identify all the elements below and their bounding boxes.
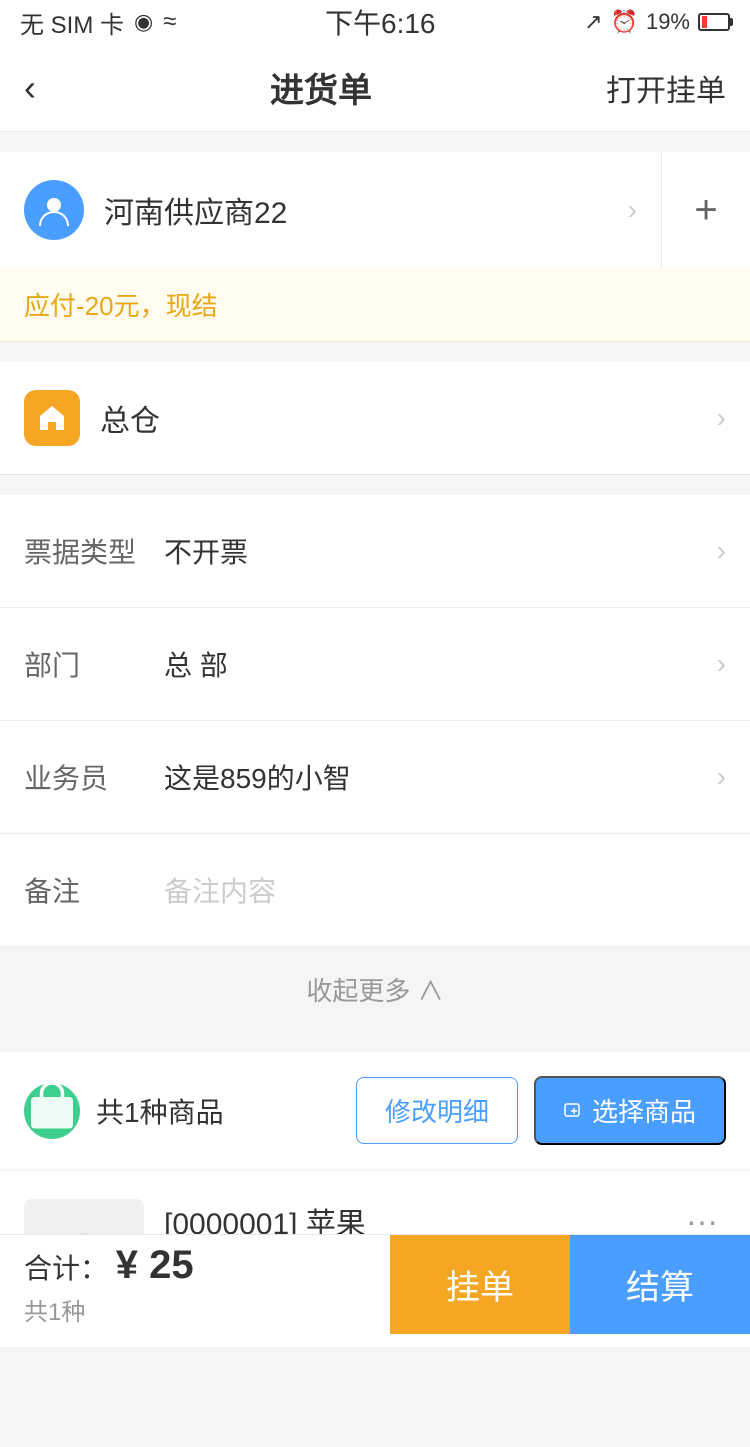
location-icon: ↗ [584,9,602,35]
total-section: 合计： ¥ 25 共1种 [0,1243,390,1327]
warehouse-name: 总仓 [100,396,707,440]
checkout-button[interactable]: 结算 [570,1235,750,1334]
chevron-right-icon: › [717,402,726,434]
warehouse-icon [24,390,80,446]
back-button[interactable]: ‹ [24,67,36,109]
edit-detail-button[interactable]: 修改明细 [356,1077,518,1144]
wifi-icon: ◉ [134,9,153,35]
dept-row[interactable]: 部门 总 部 › [0,608,750,721]
supplier-section: 河南供应商22 › + [0,152,750,268]
supplier-name: 河南供应商22 [104,188,618,232]
total-count: 共1种 [24,1292,366,1327]
dept-label: 部门 [24,644,164,684]
invoice-type-row[interactable]: 票据类型 不开票 › [0,495,750,608]
chevron-right-icon: › [717,648,726,680]
invoice-value: 不开票 [164,531,707,571]
total-amount: ¥ 25 [116,1243,194,1287]
chevron-right-icon: › [717,535,726,567]
info-banner: 应付-20元，现结 [0,268,750,342]
supplier-selector[interactable]: 河南供应商22 › [0,152,662,268]
supplier-avatar [24,180,84,240]
remark-row[interactable]: 备注 备注内容 [0,834,750,947]
open-hang-button[interactable]: 打开挂单 [606,66,726,110]
battery-icon [698,13,730,31]
dept-value: 总 部 [164,644,707,684]
person-icon [36,192,72,228]
cart-icon [24,1083,80,1139]
nav-bar: ‹ 进货单 打开挂单 [0,44,750,132]
status-right: ↗ ⏰ 19% [584,9,730,35]
remark-label: 备注 [24,870,164,910]
total-row: 合计： ¥ 25 [24,1243,366,1288]
products-count: 共1种商品 [96,1091,340,1131]
products-icon [24,1083,80,1139]
invoice-label: 票据类型 [24,531,164,571]
section-gap-4 [0,1032,750,1052]
status-left: 无 SIM 卡 ◉ ≈ [20,5,176,40]
bottom-bar: 合计： ¥ 25 共1种 挂单 结算 [0,1234,750,1334]
select-product-button[interactable]: 选择商品 [534,1076,726,1145]
products-header: 共1种商品 修改明细 选择商品 [0,1052,750,1169]
select-product-label: 选择商品 [592,1092,696,1129]
battery-percent: 19% [646,9,690,35]
section-gap-3 [0,475,750,495]
chevron-right-icon: › [628,194,637,226]
collapse-button[interactable]: 收起更多 ∧ [0,947,750,1032]
hang-button[interactable]: 挂单 [390,1235,570,1334]
add-supplier-button[interactable]: + [662,152,750,268]
salesman-row[interactable]: 业务员 这是859的小智 › [0,721,750,834]
remark-input[interactable]: 备注内容 [164,870,726,910]
salesman-value: 这是859的小智 [164,757,707,797]
alarm-icon: ⏰ [611,9,638,35]
warehouse-selector[interactable]: 总仓 › [0,362,750,475]
section-gap-2 [0,342,750,362]
home-icon [36,402,68,434]
status-bar: 无 SIM 卡 ◉ ≈ 下午6:16 ↗ ⏰ 19% [0,0,750,44]
wifi-text: ≈ [163,8,176,36]
select-product-icon [564,1101,584,1121]
salesman-label: 业务员 [24,757,164,797]
section-gap-1 [0,132,750,152]
carrier-label: 无 SIM 卡 [20,5,124,40]
chevron-right-icon: › [717,761,726,793]
total-label: 合计： [24,1253,108,1284]
page-title: 进货单 [270,63,372,112]
time-label: 下午6:16 [325,2,436,42]
